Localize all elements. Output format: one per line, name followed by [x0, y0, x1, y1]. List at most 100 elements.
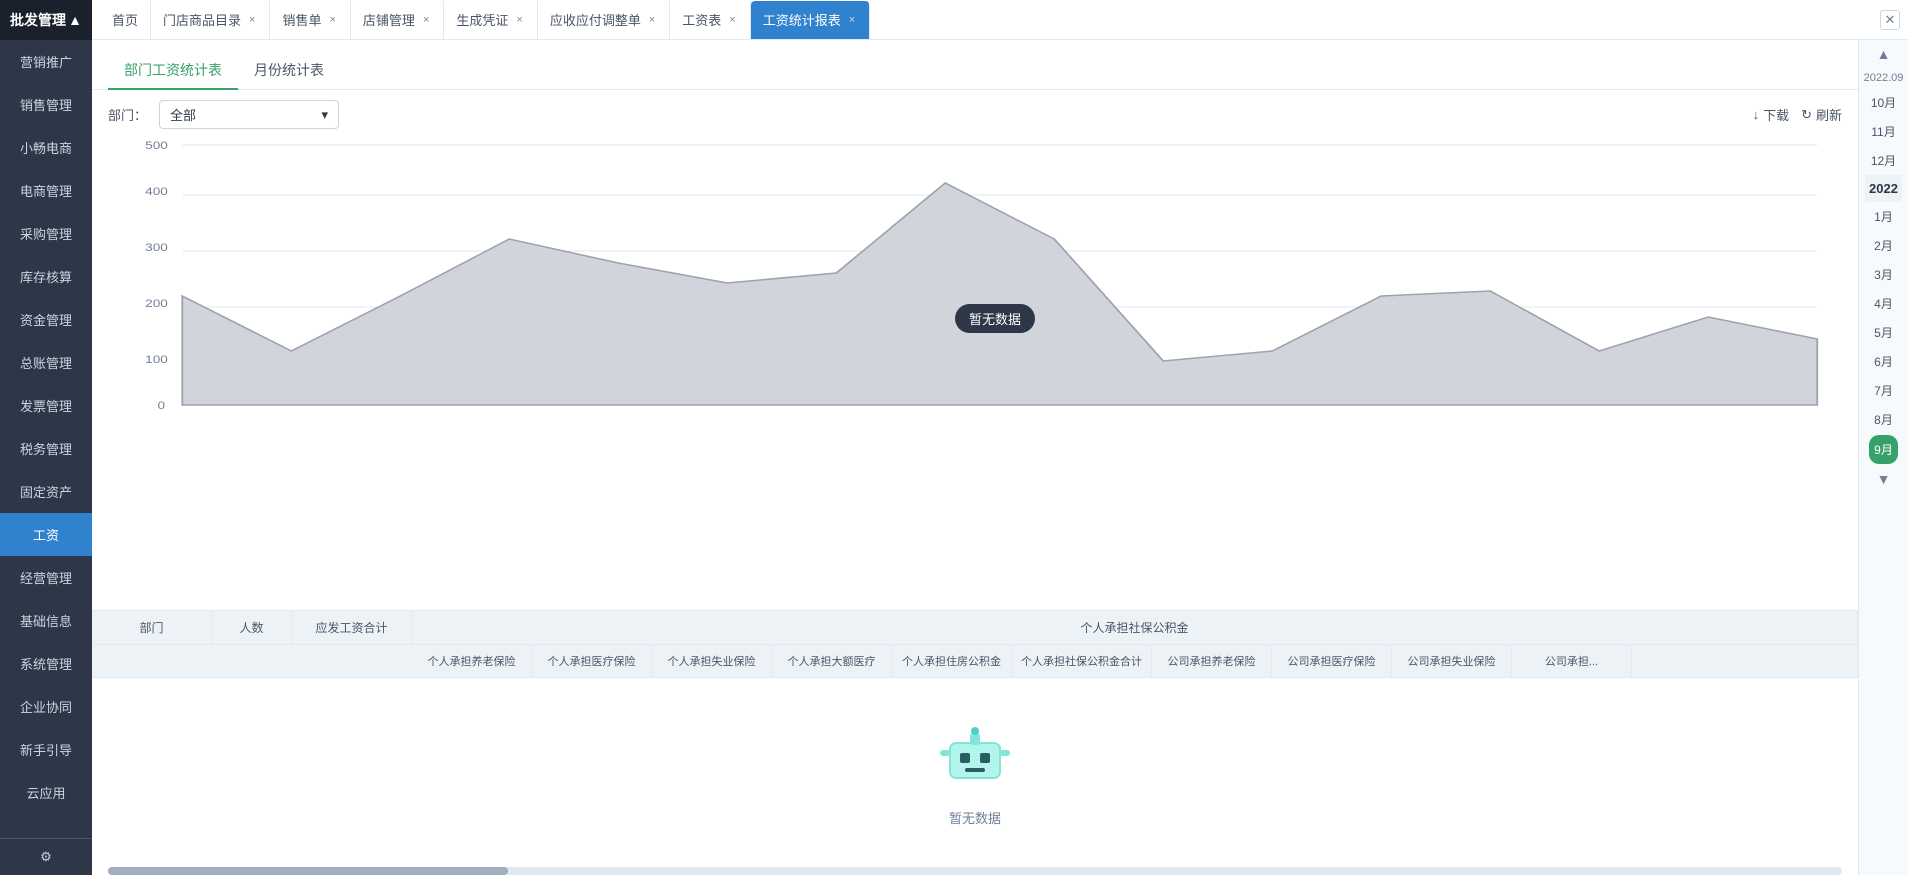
- toolbar: 部门： 全部 ▾ ↓ 下载 ↻ 刷新: [92, 90, 1858, 139]
- nav-down-arrow[interactable]: ▼: [1871, 465, 1897, 493]
- year-nav-item-7月[interactable]: 7月: [1865, 376, 1902, 405]
- tab-销售单[interactable]: 销售单 ×: [270, 1, 350, 39]
- year-nav-item-2月[interactable]: 2月: [1865, 231, 1902, 260]
- th-个人承担养老保险: 个人承担养老保险: [412, 645, 532, 677]
- tab-close-icon[interactable]: ×: [421, 13, 431, 27]
- sidebar-item-电商管理[interactable]: 电商管理: [0, 169, 92, 212]
- tab-label: 门店商品目录: [163, 10, 241, 29]
- tab-close-icon[interactable]: ×: [847, 13, 857, 27]
- chart-area: 500 400 300 200 100 0 暂: [92, 139, 1858, 610]
- year-nav-item-11月[interactable]: 11月: [1865, 117, 1902, 146]
- sidebar-item-固定资产[interactable]: 固定资产: [0, 470, 92, 513]
- dept-select[interactable]: 全部 ▾: [159, 100, 339, 129]
- tab-label: 应收应付调整单: [550, 10, 641, 29]
- tab-门店商品目录[interactable]: 门店商品目录 ×: [151, 1, 270, 39]
- refresh-label: 刷新: [1816, 105, 1842, 124]
- year-navigator: ▲ 2022.09 10月11月12月20221月2月3月4月5月6月7月8月9…: [1858, 40, 1908, 875]
- sidebar-item-基础信息[interactable]: 基础信息: [0, 599, 92, 642]
- tab-应收应付调整单[interactable]: 应收应付调整单 ×: [538, 1, 670, 39]
- refresh-icon: ↻: [1801, 107, 1812, 123]
- sidebar-toggle-icon[interactable]: ▲: [68, 12, 82, 28]
- refresh-button[interactable]: ↻ 刷新: [1801, 105, 1842, 124]
- sidebar: 批发管理 ▲ 营销推广销售管理小畅电商电商管理采购管理库存核算资金管理总账管理发…: [0, 0, 92, 875]
- sidebar-item-采购管理[interactable]: 采购管理: [0, 212, 92, 255]
- th-公司承担失业保险: 公司承担失业保险: [1392, 645, 1512, 677]
- th-公司承担养老保险: 公司承担养老保险: [1152, 645, 1272, 677]
- sidebar-item-总账管理[interactable]: 总账管理: [0, 341, 92, 384]
- svg-text:400: 400: [145, 185, 168, 197]
- table-header-row1: 部门 人数 应发工资合计 个人承担社保公积金: [92, 611, 1858, 645]
- tab-close-icon[interactable]: ×: [327, 13, 337, 27]
- year-nav-item-6月[interactable]: 6月: [1865, 347, 1902, 376]
- year-nav-item-5月[interactable]: 5月: [1865, 318, 1902, 347]
- download-label: 下载: [1763, 105, 1789, 124]
- sidebar-item-云应用[interactable]: 云应用: [0, 771, 92, 814]
- sub-tab-部门工资统计表[interactable]: 部门工资统计表: [108, 52, 238, 90]
- svg-text:200: 200: [145, 297, 168, 309]
- action-buttons: ↓ 下载 ↻ 刷新: [1753, 105, 1842, 124]
- svg-text:300: 300: [145, 241, 168, 253]
- nav-up-arrow[interactable]: ▲: [1871, 40, 1897, 68]
- tab-label: 工资表: [682, 10, 721, 29]
- close-all-button[interactable]: ✕: [1880, 10, 1900, 30]
- sub-tab-bar: 部门工资统计表月份统计表: [92, 40, 1858, 90]
- sidebar-item-企业协同[interactable]: 企业协同: [0, 685, 92, 728]
- empty-state-icon: [935, 718, 1015, 798]
- year-nav-item-3月[interactable]: 3月: [1865, 260, 1902, 289]
- scroll-thumb[interactable]: [108, 867, 508, 875]
- sidebar-item-销售管理[interactable]: 销售管理: [0, 83, 92, 126]
- tab-工资表[interactable]: 工资表 ×: [670, 1, 750, 39]
- settings-button[interactable]: ⚙: [0, 838, 92, 875]
- th-total-salary: 应发工资合计: [292, 611, 412, 644]
- tab-close-icon[interactable]: ×: [514, 13, 524, 27]
- year-nav-item-10月[interactable]: 10月: [1865, 88, 1902, 117]
- tab-close-icon[interactable]: ×: [247, 13, 257, 27]
- tab-label: 首页: [112, 10, 138, 29]
- th-公司承担医疗保险: 公司承担医疗保险: [1272, 645, 1392, 677]
- tab-close-icon[interactable]: ×: [647, 13, 657, 27]
- sidebar-item-税务管理[interactable]: 税务管理: [0, 427, 92, 470]
- tab-bar: 首页门店商品目录×销售单×店铺管理×生成凭证×应收应付调整单×工资表×工资统计报…: [92, 0, 1908, 40]
- sidebar-item-营销推广[interactable]: 营销推广: [0, 40, 92, 83]
- tab-首页[interactable]: 首页: [100, 1, 151, 39]
- dept-label: 部门：: [108, 105, 147, 124]
- tab-bar-end: ✕: [1880, 10, 1900, 30]
- th-个人承担大额医疗: 个人承担大额医疗: [772, 645, 892, 677]
- year-nav-item-9月[interactable]: 9月: [1869, 435, 1898, 464]
- sidebar-item-系统管理[interactable]: 系统管理: [0, 642, 92, 685]
- th-公司承担...: 公司承担...: [1512, 645, 1632, 677]
- chevron-down-icon: ▾: [321, 107, 328, 123]
- sidebar-item-资金管理[interactable]: 资金管理: [0, 298, 92, 341]
- sidebar-item-库存核算[interactable]: 库存核算: [0, 255, 92, 298]
- year-nav-item-2022[interactable]: 2022: [1865, 175, 1902, 202]
- svg-text:100: 100: [145, 353, 168, 365]
- year-nav-item-4月[interactable]: 4月: [1865, 289, 1902, 318]
- tab-生成凭证[interactable]: 生成凭证×: [444, 1, 537, 39]
- tab-工资统计报表[interactable]: 工资统计报表 ×: [751, 1, 870, 39]
- content-area: ▲ 2022.09 10月11月12月20221月2月3月4月5月6月7月8月9…: [92, 40, 1908, 875]
- sidebar-item-经营管理[interactable]: 经营管理: [0, 556, 92, 599]
- sub-tab-月份统计表[interactable]: 月份统计表: [238, 52, 340, 90]
- chart-tooltip: 暂无数据: [955, 304, 1035, 333]
- th-个人承担医疗保险: 个人承担医疗保险: [532, 645, 652, 677]
- th-个人承担失业保险: 个人承担失业保险: [652, 645, 772, 677]
- tab-label: 销售单: [282, 10, 321, 29]
- main-content: 首页门店商品目录×销售单×店铺管理×生成凭证×应收应付调整单×工资表×工资统计报…: [92, 0, 1908, 875]
- sidebar-item-发票管理[interactable]: 发票管理: [0, 384, 92, 427]
- tab-店铺管理[interactable]: 店铺管理 ×: [351, 1, 444, 39]
- sidebar-header[interactable]: 批发管理 ▲: [0, 0, 92, 40]
- sidebar-item-小畅电商[interactable]: 小畅电商: [0, 126, 92, 169]
- tab-label: 工资统计报表: [763, 10, 841, 29]
- year-nav-item-8月[interactable]: 8月: [1865, 405, 1902, 434]
- year-nav-item-12月[interactable]: 12月: [1865, 146, 1902, 175]
- th-dept: 部门: [92, 611, 212, 644]
- horizontal-scrollbar[interactable]: [108, 867, 1842, 875]
- tab-close-icon[interactable]: ×: [727, 13, 737, 27]
- tab-label: 店铺管理: [363, 10, 415, 29]
- sidebar-item-新手引导[interactable]: 新手引导: [0, 728, 92, 771]
- year-nav-item-1月[interactable]: 1月: [1865, 202, 1902, 231]
- sidebar-item-工资[interactable]: 工资: [0, 513, 92, 556]
- table-empty-state: 暂无数据: [92, 678, 1858, 867]
- table-header-row2: 个人承担养老保险个人承担医疗保险个人承担失业保险个人承担大额医疗个人承担住房公积…: [92, 645, 1858, 678]
- download-button[interactable]: ↓ 下载: [1753, 105, 1790, 124]
